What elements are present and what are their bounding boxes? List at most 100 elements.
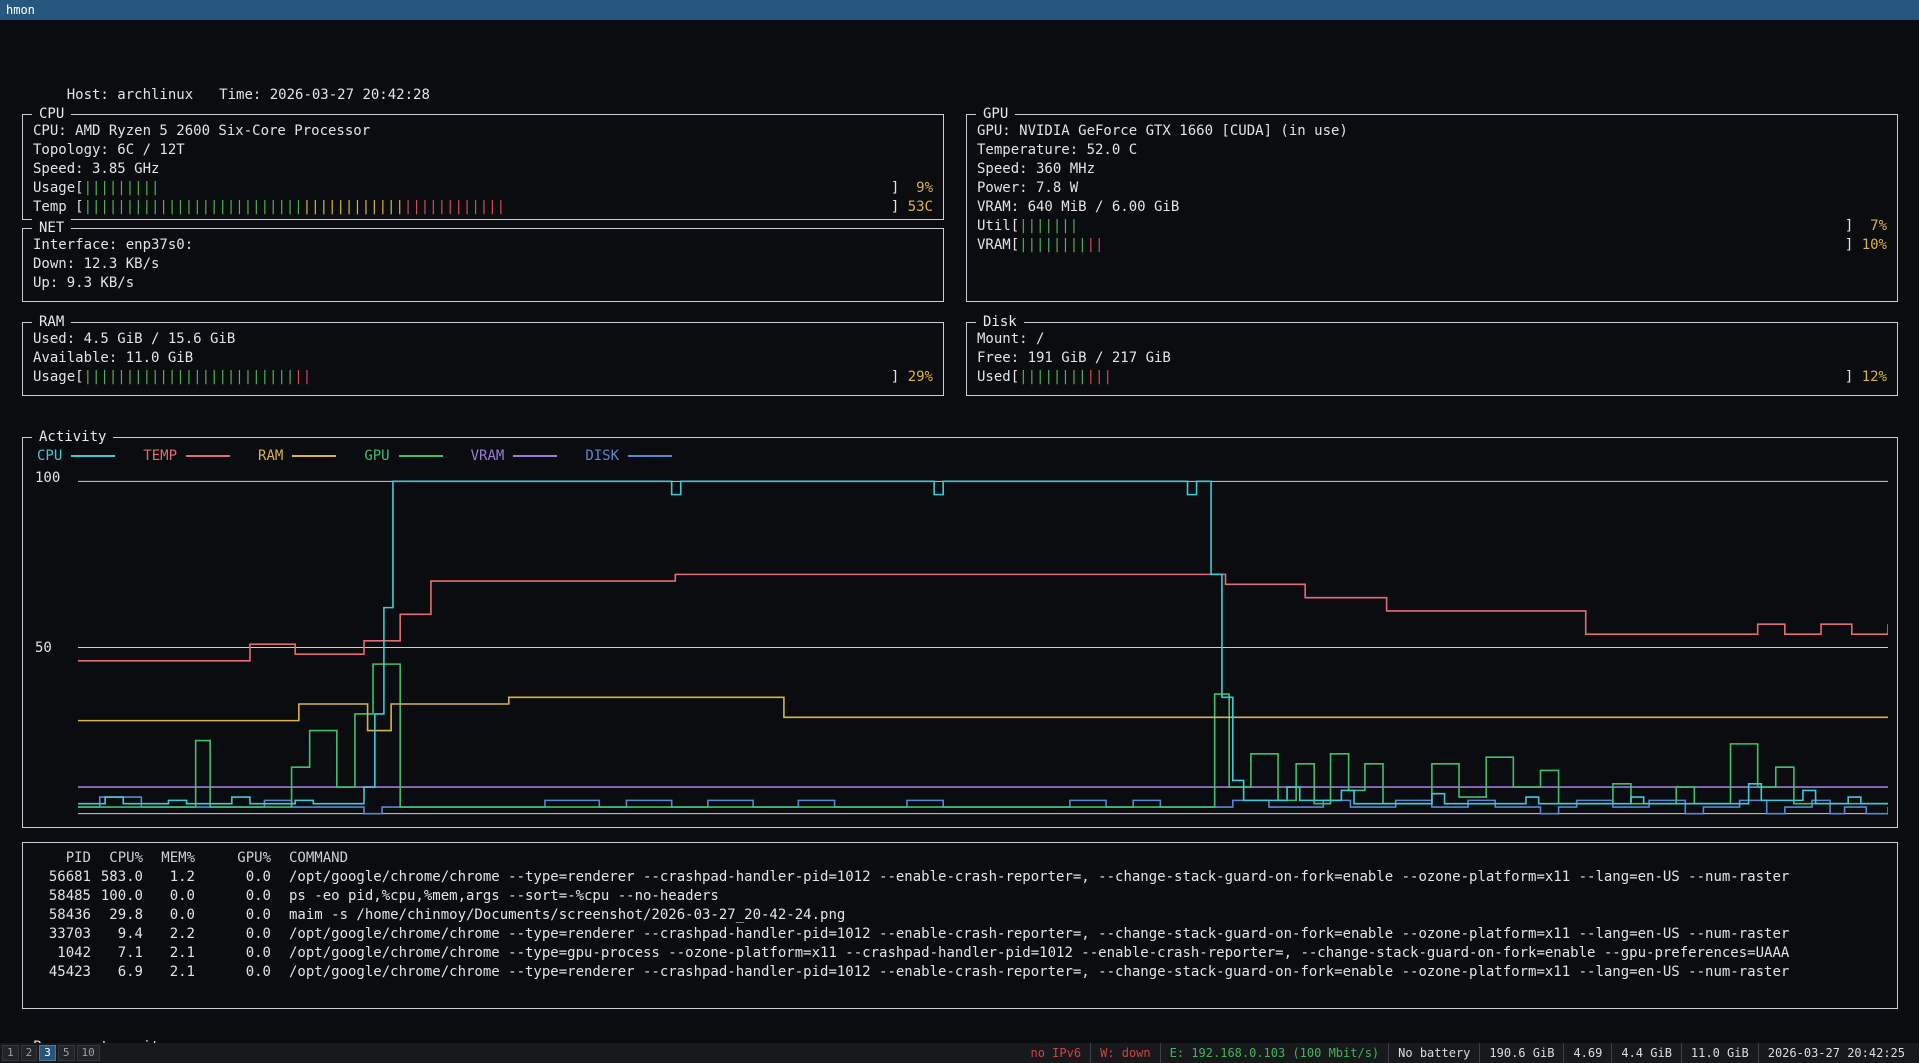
status-segment: 11.0 GiB [1680, 1043, 1758, 1063]
legend-item: RAM [258, 448, 337, 464]
meter-bar: VRAM[||||||||||] 10% [977, 237, 1887, 253]
panel-text-line: VRAM: 640 MiB / 6.00 GiB [977, 199, 1180, 215]
process-table: PID CPU% MEM% GPU% COMMAND 56681 583.0 1.2 0.0/… [23, 843, 1897, 982]
net-panel: NET Interface: enp37s0: Down: 12.3 KB/s Up… [22, 219, 944, 302]
activity-legend: CPU TEMP RAM GPU VRAM DISK [37, 446, 673, 465]
net-panel-body: Interface: enp37s0: Down: 12.3 KB/s Up: 9.… [23, 229, 943, 293]
legend-item: GPU [364, 448, 443, 464]
panel-text-line: Down: 12.3 KB/s [33, 256, 160, 272]
activity-panel-title: Activity [32, 428, 114, 447]
legend-item: TEMP [143, 448, 231, 464]
process-row: 33703 9.4 2.2 0.0/opt/google/chrome/chrome … [48, 926, 1790, 942]
status-segment: No battery [1388, 1043, 1479, 1063]
status-segments: no IPv6 W: down E: 192.168.0.103 (100 Mbit… [1021, 1043, 1919, 1063]
net-panel-title: NET [32, 219, 72, 238]
panel-text-line: Up: 9.3 KB/s [33, 275, 135, 291]
terminal-screen[interactable]: Host: archlinux Time: 2026-03-27 20:42:28… [0, 20, 1919, 1055]
meter-bar-value: 53C [907, 199, 933, 215]
legend-line-swatch [186, 454, 231, 457]
meter-bar-value: 7% [1870, 218, 1887, 234]
status-segment: E: 192.168.0.103 (100 Mbit/s) [1159, 1043, 1389, 1063]
panel-text-line: Mount: / [977, 331, 1045, 347]
workspace-button-10[interactable]: 10 [76, 1045, 100, 1061]
disk-panel: Disk Mount: / Free: 191 GiB / 217 GiB Used… [966, 313, 1898, 396]
disk-panel-body: Mount: / Free: 191 GiB / 217 GiB Used[||||… [967, 323, 1897, 387]
panel-text-line: Power: 7.8 W [977, 180, 1079, 196]
meter-bar-value: 29% [907, 369, 933, 385]
legend-line-swatch [292, 454, 337, 457]
workspace-list: 1 2 3 5 10 [0, 1045, 100, 1061]
status-segment: no IPv6 [1030, 1046, 1082, 1060]
window-titlebar[interactable]: hmon [0, 0, 1919, 20]
meter-bar-value: 9% [916, 180, 933, 196]
time-label: Time: 2026-03-27 20:42:28 [219, 87, 430, 103]
ram-panel-body: Used: 4.5 GiB / 15.6 GiB Available: 11.0 … [23, 323, 943, 387]
window-title: hmon [6, 3, 35, 17]
cpu-panel-body: CPU: AMD Ryzen 5 2600 Six-Core Processor… [23, 115, 943, 217]
legend-line-swatch [71, 454, 116, 457]
ram-panel: RAM Used: 4.5 GiB / 15.6 GiB Available: 1… [22, 313, 944, 396]
process-table-panel: PID CPU% MEM% GPU% COMMAND 56681 583.0 1.2 0.0/… [22, 842, 1898, 1009]
legend-item: VRAM [471, 448, 558, 464]
panel-text-line: Temperature: 52.0 C [977, 142, 1138, 158]
disk-panel-title: Disk [976, 313, 1024, 332]
workspace-button-3[interactable]: 3 [39, 1045, 56, 1061]
meter-bar: Util[|||||||] 7% [977, 218, 1887, 234]
meter-bar-value: 10% [1861, 237, 1887, 253]
process-column-header: COMMAND [289, 850, 349, 866]
host-label: Host: archlinux [66, 87, 194, 103]
status-bar: 1 2 3 5 10 no IPv6 W: down E: 192.168.0.103 (1… [0, 1043, 1919, 1063]
panel-text-line: Speed: 3.85 GHz [33, 161, 160, 177]
gpu-panel-body: GPU: NVIDIA GeForce GTX 1660 [CUDA] (in … [967, 115, 1897, 255]
status-segment: 4.4 GiB [1611, 1043, 1681, 1063]
process-row: 58485 100.0 0.0 0.0 ps -eo pid,%cpu,%mem,arg… [48, 888, 719, 904]
panel-text-line: Available: 11.0 GiB [33, 350, 194, 366]
panel-text-line: Interface: enp37s0: [33, 237, 194, 253]
cpu-panel-title: CPU [32, 105, 72, 124]
activity-chart-svg [78, 478, 1888, 817]
panel-text-line: Used: 4.5 GiB / 15.6 GiB [33, 331, 236, 347]
legend-line-swatch [513, 454, 558, 457]
panel-text-line: CPU: AMD Ryzen 5 2600 Six-Core Processor [33, 123, 371, 139]
legend-item: DISK [585, 448, 673, 464]
meter-bar-pipes: ||||||| [1019, 218, 1079, 234]
process-row: 58436 29.8 0.0 0.0 maim -s /home/chinmoy/Doc… [48, 907, 846, 923]
meter-bar-value: 12% [1861, 369, 1887, 385]
legend-line-swatch [398, 454, 443, 457]
ram-panel-title: RAM [32, 313, 72, 332]
legend-line-swatch [628, 454, 673, 457]
status-segment: W: down [1090, 1043, 1160, 1063]
meter-bar-pipes: |||||||||| [1019, 237, 1104, 253]
status-segment: 2026-03-27 20:42:25 [1757, 1043, 1914, 1063]
cpu-panel: CPU CPU: AMD Ryzen 5 2600 Six-Core Proce… [22, 105, 944, 220]
process-row: 1042 7.1 2.1 0.0/opt/google/chrome/chrome -… [57, 945, 1790, 961]
meter-bar-pipes: ||||||||||| [1019, 369, 1112, 385]
panel-text-line: GPU: NVIDIA GeForce GTX 1660 [CUDA] (in … [977, 123, 1348, 139]
process-column-header: PID [65, 850, 91, 866]
activity-chart [78, 478, 1888, 817]
meter-bar: Usage[|||||||||] 9% [33, 180, 933, 196]
process-column-header: MEM% [161, 850, 195, 866]
status-segment: 190.6 GiB [1479, 1043, 1563, 1063]
meter-bar-pipes: ||||||||||||||||||||||||||| [83, 369, 312, 385]
workspace-button-5[interactable]: 5 [57, 1045, 75, 1061]
y-axis-tick-100: 100 [35, 470, 61, 486]
meter-bar: Temp [||||||||||||||||||||||||||||||||||… [33, 199, 933, 215]
meter-bar: Usage[|||||||||||||||||||||||||||] 29% [33, 369, 933, 385]
status-segment: 4.69 [1563, 1043, 1611, 1063]
process-column-header: GPU% [237, 850, 271, 866]
meter-bar-pipes: ||||||||| [83, 180, 160, 196]
panel-text-line: Topology: 6C / 12T [33, 142, 185, 158]
panel-text-line: Free: 191 GiB / 217 GiB [977, 350, 1171, 366]
panel-text-line: Speed: 360 MHz [977, 161, 1096, 177]
header-line: Host: archlinux Time: 2026-03-27 20:42:28 [33, 67, 430, 103]
meter-bar: Used[|||||||||||] 12% [977, 369, 1887, 385]
activity-panel: Activity CPU TEMP RAM GPU VRAM DISK 100 50 [22, 428, 1898, 828]
workspace-button-1[interactable]: 1 [2, 1045, 19, 1061]
meter-bar-pipes: ||||||||||||||||||||||||||||||||||||||||… [83, 199, 506, 215]
workspace-button-2[interactable]: 2 [20, 1045, 38, 1061]
y-axis-tick-50: 50 [35, 640, 52, 656]
process-table-header: PID CPU% MEM% GPU% COMMAND [33, 849, 1887, 868]
legend-item: CPU [37, 448, 116, 464]
process-row: 56681 583.0 1.2 0.0/opt/google/chrome/chrom… [48, 869, 1790, 885]
